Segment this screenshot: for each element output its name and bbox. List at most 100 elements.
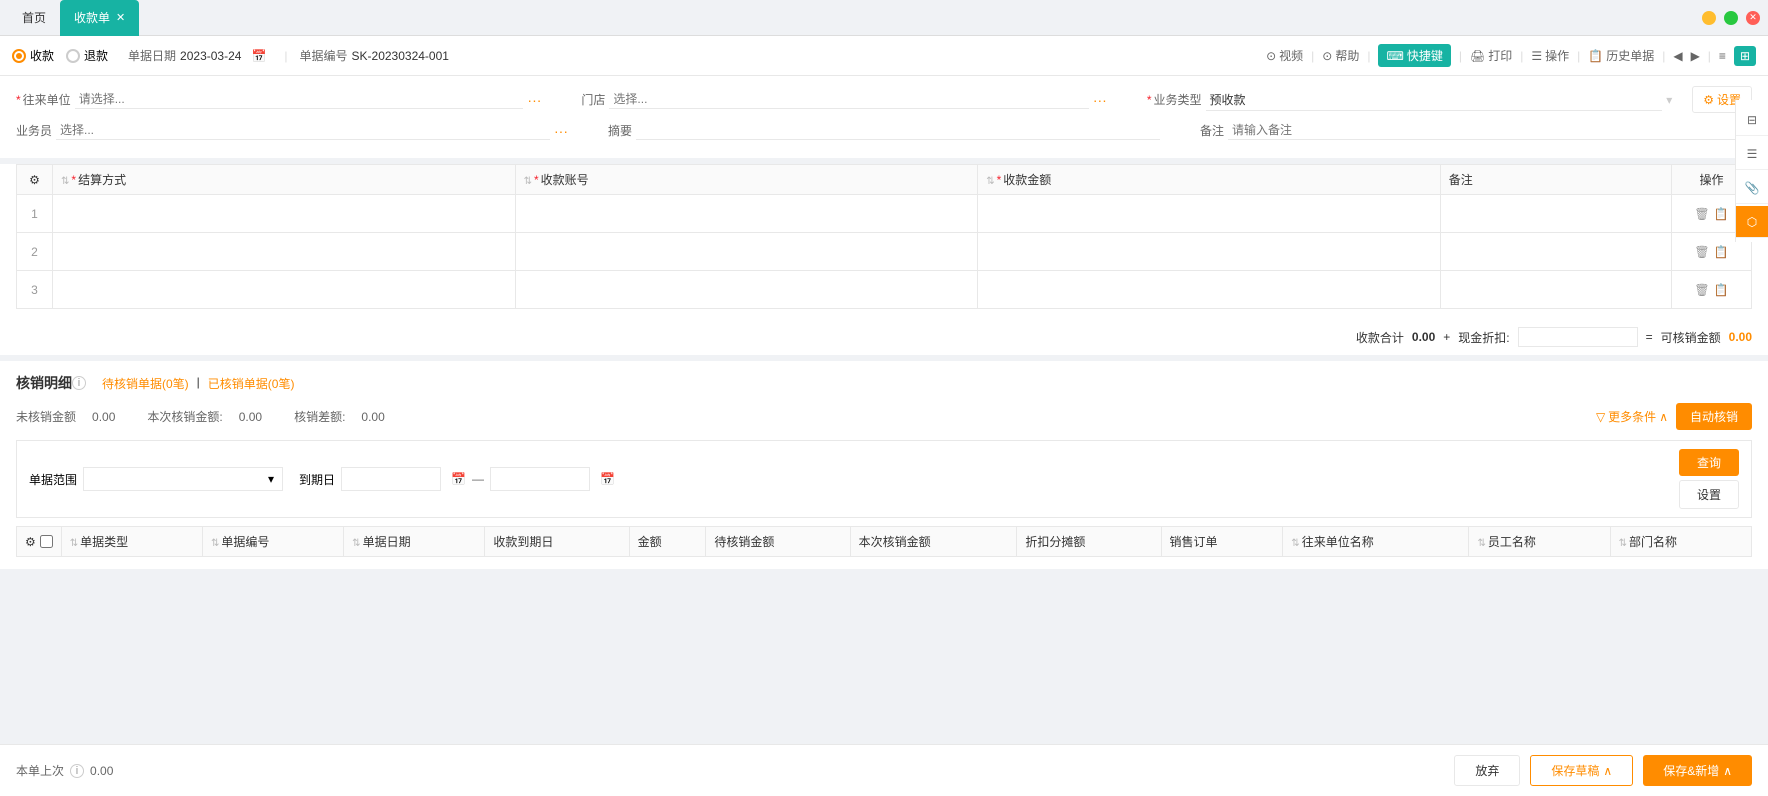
layout-icon1[interactable]: ≡ [1719,49,1726,63]
row2-delete-icon[interactable]: 🗑 [1694,245,1709,259]
print-button[interactable]: 🖨 打印 [1470,47,1512,64]
range-select[interactable]: ▾ [83,467,283,491]
tab-home[interactable]: 首页 [8,0,60,36]
cal-icon-to[interactable]: 📅 [600,472,615,486]
staff-input[interactable] [56,121,550,140]
row3-account[interactable] [515,271,978,309]
save-arrow: ∧ [1723,764,1732,778]
due-date-field: 到期日 2022-04-01 📅 — 2022-04-12 📅 [299,467,615,491]
date-to-input[interactable]: 2022-04-12 [490,467,590,491]
layout-icon2[interactable]: ⊞ [1734,46,1756,66]
counterpart-input[interactable] [75,90,524,109]
footer-info-icon[interactable]: i [70,764,84,778]
col-bill-number: ⇅单据编号 [202,527,343,557]
row3-op: 🗑 📋 [1672,271,1752,309]
discount-input[interactable] [1518,327,1638,347]
biz-type-value[interactable]: 预收款 [1206,89,1663,111]
remark-input[interactable] [1228,121,1752,140]
query-button[interactable]: 查询 [1679,449,1739,476]
chevron-up-icon: ∧ [1659,410,1668,424]
prev-button[interactable]: ◀ [1673,49,1682,63]
biz-type-arrow[interactable]: ▾ [1666,93,1672,107]
verify-tab-pending[interactable]: 待核销单据(0笔) [102,375,189,392]
cal-icon-from[interactable]: 📅 [451,472,466,486]
col-due-date: 收款到期日 [485,527,629,557]
sidebar-table-icon[interactable]: ⊟ [1736,104,1768,136]
radio-refund-dot [66,49,80,63]
table-row: 2 🗑 📋 [17,233,1752,271]
row2-amount[interactable] [978,233,1441,271]
staff-more-btn[interactable]: ··· [554,123,568,139]
row-num-3: 3 [17,271,53,309]
tab-bar: 首页 收款单 ✕ ✕ [0,0,1768,36]
history-button[interactable]: 📋 历史单据 [1588,47,1654,64]
counterpart-more-btn[interactable]: ··· [527,92,541,108]
col-account: ⇅*收款账号 [515,165,978,195]
store-input[interactable] [609,90,1088,109]
row3-settlement[interactable] [53,271,516,309]
tab-receipt[interactable]: 收款单 ✕ [60,0,139,36]
win-max-button[interactable] [1724,11,1738,25]
number-label: 单据编号 [300,47,348,64]
diff-value: 0.00 [361,410,384,424]
calendar-icon[interactable]: 📅 [247,47,270,65]
summary-field: 摘要 [608,121,1160,140]
col-bill-type: ⇅单据类型 [61,527,202,557]
row2-copy-icon[interactable]: 📋 [1714,245,1729,259]
row2-account[interactable] [515,233,978,271]
next-button[interactable]: ▶ [1691,49,1700,63]
win-min-button[interactable] [1702,11,1716,25]
row1-settlement[interactable] [53,195,516,233]
radio-receipt[interactable]: 收款 [12,47,54,64]
draft-button[interactable]: 保存草稿 ∧ [1530,755,1633,786]
tab-receipt-close[interactable]: ✕ [116,11,125,24]
radio-receipt-dot [12,49,26,63]
net-label: 可核销金额 [1661,329,1721,346]
operation-button[interactable]: ☰ 操作 [1531,47,1569,64]
sidebar-list-icon[interactable]: ☰ [1736,138,1768,170]
verify-info-icon[interactable]: i [72,376,86,390]
summary-input[interactable] [636,121,1160,140]
row1-copy-icon[interactable]: 📋 [1714,207,1729,221]
abandon-button[interactable]: 放弃 [1454,755,1520,786]
row-num-1: 1 [17,195,53,233]
win-close-button[interactable]: ✕ [1746,11,1760,25]
row2-settlement[interactable] [53,233,516,271]
verify-tab-done[interactable]: 已核销单据(0笔) [208,375,295,392]
save-label: 保存&新增 [1663,762,1719,779]
sep6: | [1577,49,1580,63]
sidebar-clip-icon[interactable]: 📎 [1736,172,1768,204]
toolbar-sep1: | [284,49,287,63]
select-all-checkbox[interactable] [40,535,53,548]
history-icon: 📋 [1588,49,1603,63]
date-value: 2023-03-24 [180,49,241,63]
verify-setting-button[interactable]: 设置 [1679,480,1739,509]
radio-refund[interactable]: 退款 [66,47,108,64]
row3-remark[interactable] [1440,271,1671,309]
video-button[interactable]: ⊙ 视频 [1266,47,1303,64]
footer-right: 放弃 保存草稿 ∧ 保存&新增 ∧ [1454,755,1752,786]
row1-delete-icon[interactable]: 🗑 [1694,207,1709,221]
bottom-table-header: ⚙ ⇅单据类型 ⇅单据编号 ⇅单据日期 收款到期日 金额 待核销金额 本次核销金… [17,527,1752,557]
help-button[interactable]: ⊙ 帮助 [1322,47,1359,64]
shortcut-button[interactable]: ⌨ 快捷键 [1378,44,1450,67]
row3-amount[interactable] [978,271,1441,309]
auto-verify-button[interactable]: 自动核销 [1676,403,1752,430]
row3-delete-icon[interactable]: 🗑 [1694,283,1709,297]
gear-icon2[interactable]: ⚙ [25,535,36,549]
date-from-input[interactable]: 2022-04-01 [341,467,441,491]
row1-account[interactable] [515,195,978,233]
more-filter-button[interactable]: ▽ 更多条件 ∧ [1596,408,1668,425]
settings-icon: ⚙ [1703,93,1714,107]
save-button[interactable]: 保存&新增 ∧ [1643,755,1752,786]
sidebar-expand-icon[interactable]: ⬡ [1736,206,1768,238]
col-gear[interactable]: ⚙ [17,165,53,195]
row3-copy-icon[interactable]: 📋 [1714,283,1729,297]
counterpart-field: * 往来单位 ··· [16,90,541,109]
due-label: 到期日 [299,471,335,488]
row2-remark[interactable] [1440,233,1671,271]
row1-amount[interactable] [978,195,1441,233]
store-more-btn[interactable]: ··· [1093,92,1107,108]
equal-sign: = [1646,330,1653,344]
row1-remark[interactable] [1440,195,1671,233]
